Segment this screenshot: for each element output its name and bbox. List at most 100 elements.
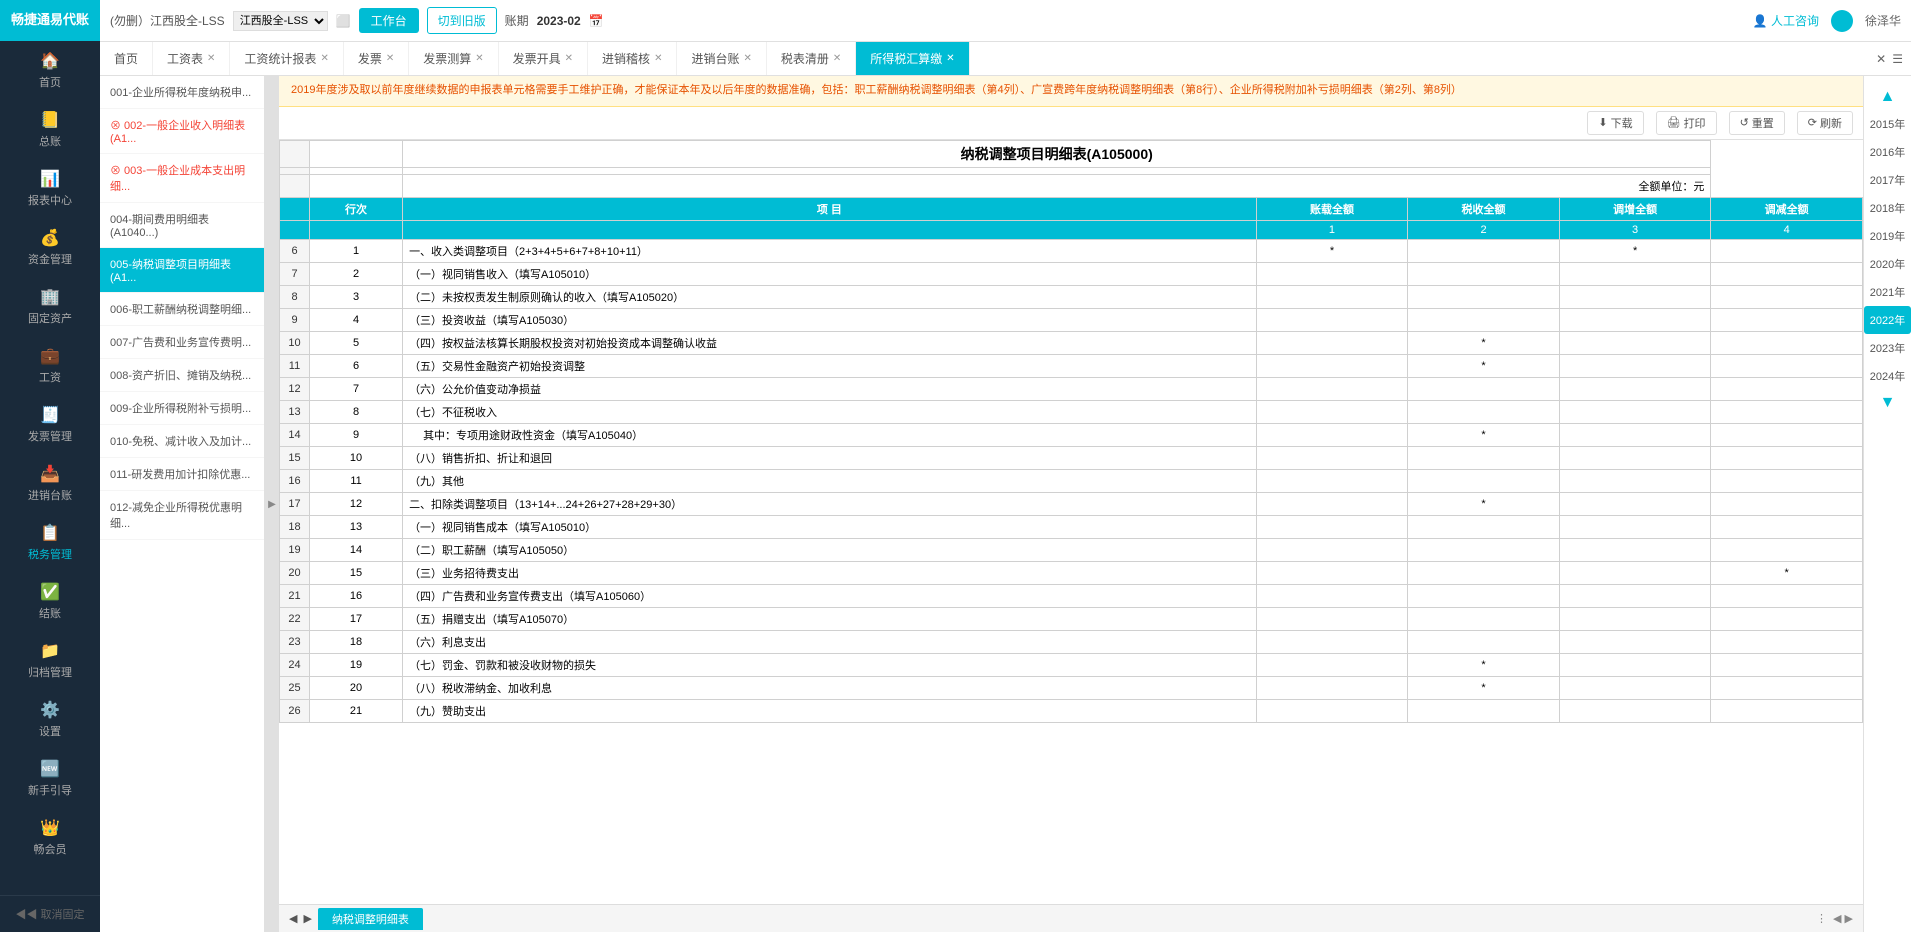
tab-income-tax-close[interactable]: ✕ bbox=[946, 53, 954, 64]
sidebar-item-close[interactable]: ✅ 结账 bbox=[0, 572, 100, 631]
c4-cell[interactable] bbox=[1711, 492, 1863, 515]
year-2018[interactable]: 2018年 bbox=[1864, 194, 1911, 222]
download-button[interactable]: ⬇ 下载 bbox=[1587, 111, 1643, 135]
c4-cell[interactable] bbox=[1711, 308, 1863, 331]
c3-cell[interactable] bbox=[1559, 354, 1711, 377]
c4-cell[interactable] bbox=[1711, 607, 1863, 630]
c4-cell[interactable] bbox=[1711, 515, 1863, 538]
c3-cell[interactable] bbox=[1559, 515, 1711, 538]
sheet-scroll-right[interactable]: ⋮ bbox=[1816, 912, 1827, 925]
item-cell[interactable]: （一）视同销售成本（填写A105010） bbox=[403, 515, 1257, 538]
c2-cell[interactable]: * bbox=[1408, 423, 1560, 446]
c2-cell[interactable] bbox=[1408, 377, 1560, 400]
c2-cell[interactable] bbox=[1408, 469, 1560, 492]
prev-sheet-icon[interactable]: ◀ bbox=[289, 912, 297, 925]
c2-cell[interactable]: * bbox=[1408, 331, 1560, 354]
item-cell[interactable]: （七）罚金、罚款和被没收财物的损失 bbox=[403, 653, 1257, 676]
tab-tax-clear-close[interactable]: ✕ bbox=[833, 53, 841, 64]
item-cell[interactable]: （五）交易性金融资产初始投资调整 bbox=[403, 354, 1257, 377]
sidebar-item-tax[interactable]: 📋 税务管理 bbox=[0, 513, 100, 572]
c2-cell[interactable]: * bbox=[1408, 492, 1560, 515]
item-cell[interactable]: （四）广告费和业务宣传费支出（填写A105060） bbox=[403, 584, 1257, 607]
sidebar-item-report[interactable]: 📊 报表中心 bbox=[0, 159, 100, 218]
c2-cell[interactable]: * bbox=[1408, 354, 1560, 377]
c4-cell[interactable] bbox=[1711, 584, 1863, 607]
year-2017[interactable]: 2017年 bbox=[1864, 166, 1911, 194]
c4-cell[interactable] bbox=[1711, 653, 1863, 676]
left-item-006[interactable]: 006-职工薪酬纳税调整明细... bbox=[100, 293, 264, 326]
c3-cell[interactable] bbox=[1559, 607, 1711, 630]
c2-cell[interactable]: * bbox=[1408, 676, 1560, 699]
item-cell[interactable]: （三）业务招待费支出 bbox=[403, 561, 1257, 584]
c2-cell[interactable] bbox=[1408, 538, 1560, 561]
item-cell[interactable]: （六）公允价值变动净损益 bbox=[403, 377, 1257, 400]
c1-cell[interactable] bbox=[1256, 469, 1408, 492]
tab-audit-close[interactable]: ✕ bbox=[654, 53, 662, 64]
c1-cell[interactable] bbox=[1256, 354, 1408, 377]
tab-invoice-open-close[interactable]: ✕ bbox=[565, 53, 573, 64]
c2-cell[interactable] bbox=[1408, 285, 1560, 308]
next-sheet-icon[interactable]: ▶ bbox=[303, 912, 311, 925]
item-cell[interactable]: （八）销售折扣、折让和退回 bbox=[403, 446, 1257, 469]
c4-cell[interactable] bbox=[1711, 239, 1863, 262]
tab-ledger-close[interactable]: ✕ bbox=[743, 53, 751, 64]
tab-tax-clear[interactable]: 税表清册 ✕ bbox=[767, 42, 856, 75]
print-button[interactable]: 🖨 打印 bbox=[1656, 111, 1717, 135]
c3-cell[interactable] bbox=[1559, 630, 1711, 653]
tab-income-tax[interactable]: 所得税汇算缴 ✕ bbox=[856, 42, 969, 75]
c3-cell[interactable] bbox=[1559, 492, 1711, 515]
c2-cell[interactable] bbox=[1408, 699, 1560, 722]
tab-invoice-close[interactable]: ✕ bbox=[386, 53, 394, 64]
sidebar-item-fixed[interactable]: 🏢 固定资产 bbox=[0, 277, 100, 336]
c4-cell[interactable] bbox=[1711, 285, 1863, 308]
year-2021[interactable]: 2021年 bbox=[1864, 278, 1911, 306]
left-item-008[interactable]: 008-资产折旧、摊销及纳税... bbox=[100, 359, 264, 392]
sidebar-collapse[interactable]: ◀◀ 取消固定 bbox=[0, 895, 100, 932]
c2-cell[interactable]: * bbox=[1408, 653, 1560, 676]
c3-cell[interactable] bbox=[1559, 331, 1711, 354]
c2-cell[interactable] bbox=[1408, 630, 1560, 653]
item-cell[interactable]: （一）视同销售收入（填写A105010） bbox=[403, 262, 1257, 285]
left-item-007[interactable]: 007-广告费和业务宣传费明... bbox=[100, 326, 264, 359]
c1-cell[interactable] bbox=[1256, 423, 1408, 446]
tab-salary-close[interactable]: ✕ bbox=[207, 53, 215, 64]
left-item-011[interactable]: 011-研发费用加计扣除优惠... bbox=[100, 458, 264, 491]
c2-cell[interactable] bbox=[1408, 400, 1560, 423]
c4-cell[interactable] bbox=[1711, 699, 1863, 722]
year-2016[interactable]: 2016年 bbox=[1864, 138, 1911, 166]
c1-cell[interactable] bbox=[1256, 607, 1408, 630]
sidebar-item-guide[interactable]: 🆕 新手引导 bbox=[0, 749, 100, 808]
reset-button[interactable]: ↺ 重置 bbox=[1729, 111, 1785, 135]
year-2023[interactable]: 2023年 bbox=[1864, 334, 1911, 362]
c4-cell[interactable] bbox=[1711, 630, 1863, 653]
c3-cell[interactable] bbox=[1559, 400, 1711, 423]
left-item-003[interactable]: ⊗ 003-一般企业成本支出明细... bbox=[100, 154, 264, 203]
sidebar-item-archive[interactable]: 📁 归档管理 bbox=[0, 631, 100, 690]
c3-cell[interactable] bbox=[1559, 538, 1711, 561]
cell[interactable] bbox=[310, 140, 403, 167]
c4-cell[interactable] bbox=[1711, 469, 1863, 492]
left-item-010[interactable]: 010-免税、减计收入及加计... bbox=[100, 425, 264, 458]
item-cell[interactable]: （四）按权益法核算长期股权投资对初始投资成本调整确认收益 bbox=[403, 331, 1257, 354]
c3-cell[interactable] bbox=[1559, 653, 1711, 676]
item-cell[interactable]: 一、收入类调整项目（2+3+4+5+6+7+8+10+11） bbox=[403, 239, 1257, 262]
item-cell[interactable]: （七）不征税收入 bbox=[403, 400, 1257, 423]
sidebar-item-purchase[interactable]: 📥 进销台账 bbox=[0, 454, 100, 513]
c1-cell[interactable] bbox=[1256, 262, 1408, 285]
c3-cell[interactable] bbox=[1559, 446, 1711, 469]
c2-cell[interactable] bbox=[1408, 515, 1560, 538]
item-cell[interactable]: （二）职工薪酬（填写A105050） bbox=[403, 538, 1257, 561]
calendar-icon[interactable]: 📅 bbox=[589, 14, 604, 28]
worktable-button[interactable]: 工作台 bbox=[359, 8, 419, 33]
item-cell[interactable]: （九）赞助支出 bbox=[403, 699, 1257, 722]
left-item-002[interactable]: ⊗ 002-一般企业收入明细表(A1... bbox=[100, 109, 264, 154]
c3-cell[interactable] bbox=[1559, 584, 1711, 607]
tab-salary-report-close[interactable]: ✕ bbox=[320, 53, 328, 64]
c1-cell[interactable] bbox=[1256, 699, 1408, 722]
year-nav-down[interactable]: ▼ bbox=[1876, 390, 1900, 416]
year-2020[interactable]: 2020年 bbox=[1864, 250, 1911, 278]
c4-cell[interactable] bbox=[1711, 538, 1863, 561]
panel-collapse-btn[interactable]: ▶ bbox=[265, 76, 279, 932]
c2-cell[interactable] bbox=[1408, 239, 1560, 262]
year-2022[interactable]: 2022年 bbox=[1864, 306, 1911, 334]
